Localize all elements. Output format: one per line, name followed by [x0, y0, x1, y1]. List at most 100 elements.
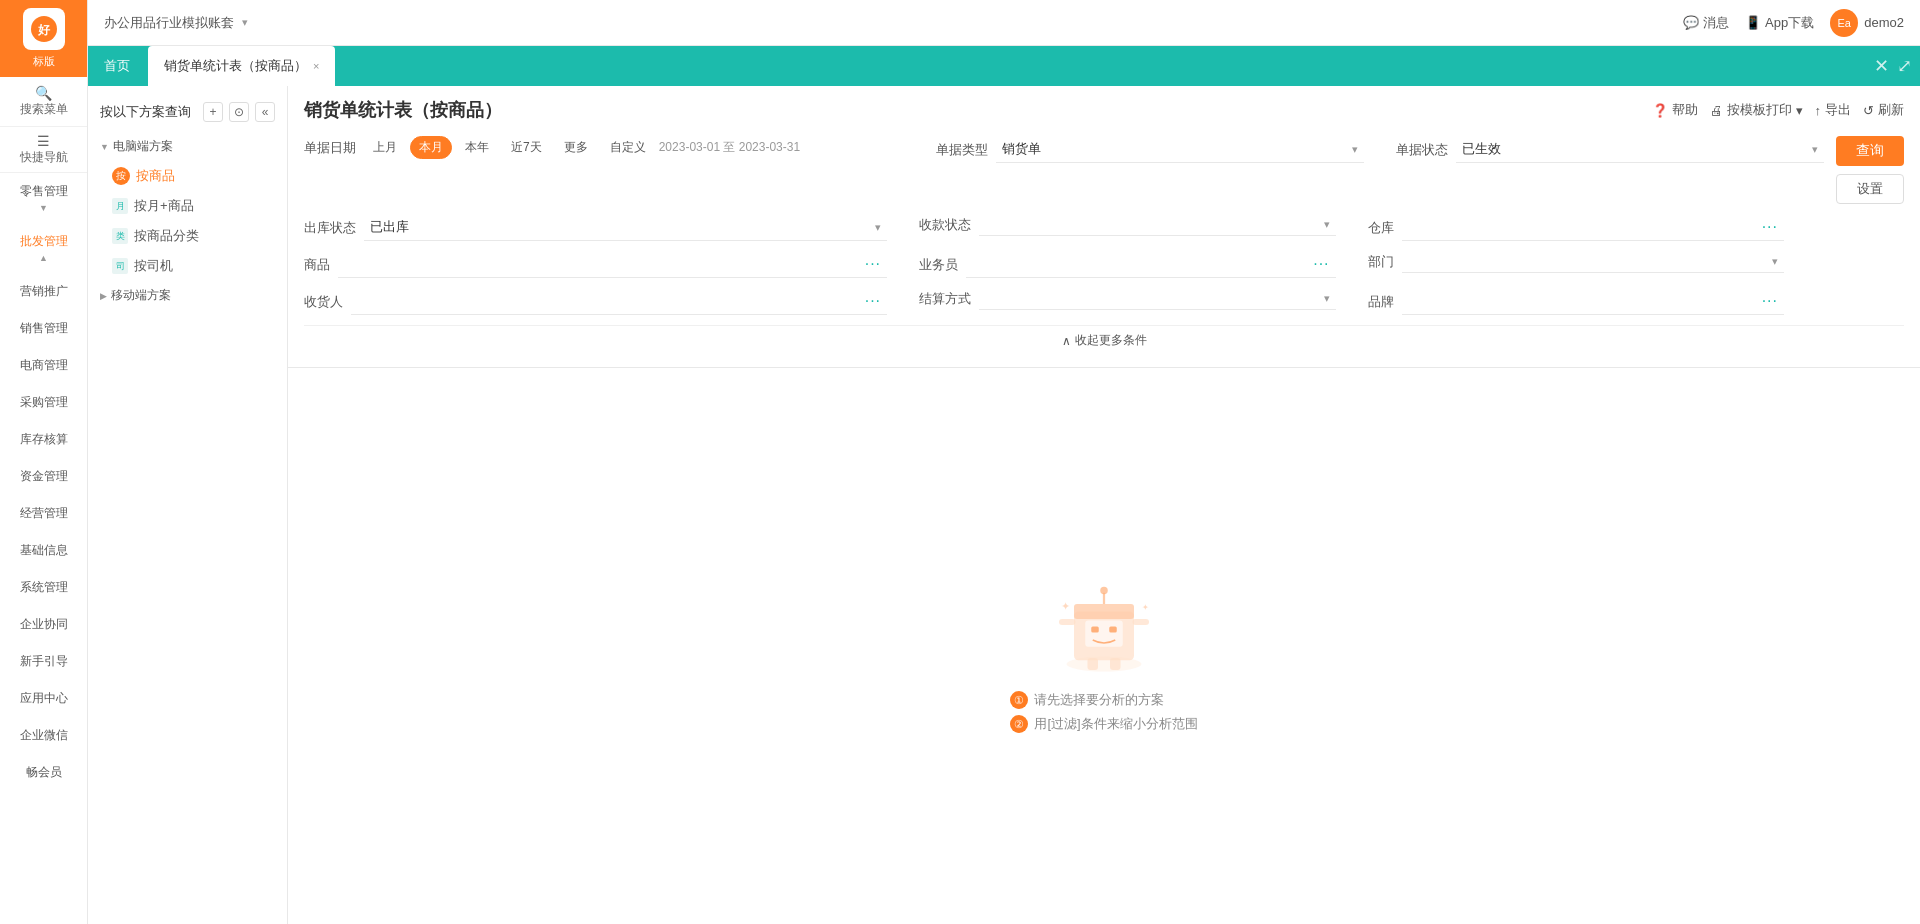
scheme-item-by-month-goods[interactable]: 月 按月+商品 — [88, 191, 287, 221]
sidebar-item-sales[interactable]: 销售管理 — [0, 310, 87, 347]
app-download-btn[interactable]: 📱 App下载 — [1745, 14, 1814, 32]
pc-section-title[interactable]: ▼ 电脑端方案 — [88, 132, 287, 161]
doc-type-filter-item: 单据类型 销货单 ▾ — [936, 136, 1364, 163]
settlement-label: 结算方式 — [919, 290, 971, 308]
search-menu[interactable]: 🔍 搜索菜单 — [0, 77, 87, 127]
pc-scheme-section: ▼ 电脑端方案 按 按商品 月 按月+商品 类 按商品分类 司 按司机 — [88, 132, 287, 281]
refresh-label: 刷新 — [1878, 101, 1904, 119]
sidebar-item-label: 应用中心 — [20, 690, 68, 707]
sidebar-item-member[interactable]: 畅会员 — [0, 754, 87, 791]
filter-row-1: 单据日期 上月 本月 本年 近7天 更多 自定义 2023-03-01 至 20… — [304, 136, 1904, 204]
quick-nav[interactable]: ☰ 快捷导航 — [0, 127, 87, 173]
warehouse-dots[interactable]: ··· — [1762, 218, 1778, 236]
sidebar-item-label: 库存核算 — [20, 431, 68, 448]
stock-status-select[interactable]: 已出库 ▾ — [364, 214, 887, 241]
date-btn-7days[interactable]: 近7天 — [502, 136, 551, 159]
doc-type-chevron: ▾ — [1352, 143, 1358, 156]
app-subtitle: 标版 — [33, 54, 55, 69]
add-scheme-btn[interactable]: + — [203, 102, 223, 122]
date-btn-this-year[interactable]: 本年 — [456, 136, 498, 159]
department-filter-item: 部门 ▾ — [1368, 251, 1784, 273]
scheme-item-label: 按司机 — [134, 257, 173, 275]
refresh-btn[interactable]: ↺ 刷新 — [1863, 101, 1904, 119]
top-header: 办公用品行业模拟账套 ▾ 💬 消息 📱 App下载 Ea demo2 — [88, 0, 1920, 46]
sidebar-item-purchase[interactable]: 采购管理 — [0, 384, 87, 421]
date-btn-custom[interactable]: 自定义 — [601, 136, 655, 159]
sidebar-item-operation[interactable]: 经营管理 — [0, 495, 87, 532]
sidebar-item-cooperation[interactable]: 企业协同 — [0, 606, 87, 643]
sidebar-item-appstore[interactable]: 应用中心 — [0, 680, 87, 717]
payment-status-label: 收款状态 — [919, 216, 971, 234]
wholesale-arrow: ▲ — [39, 253, 48, 263]
receiver-input[interactable]: ··· — [351, 288, 887, 315]
help-label: 帮助 — [1672, 101, 1698, 119]
brand-dots[interactable]: ··· — [1762, 292, 1778, 310]
tab-active-label: 销货单统计表（按商品） — [164, 57, 307, 75]
tab-close-icon[interactable]: × — [313, 60, 319, 72]
department-select[interactable]: ▾ — [1402, 251, 1784, 273]
right-panel: 销货单统计表（按商品） ❓ 帮助 🖨 按模板打印 ▾ ↑ — [288, 86, 1920, 924]
sidebar-item-inventory[interactable]: 库存核算 — [0, 421, 87, 458]
print-dropdown-icon[interactable]: ▾ — [1796, 103, 1803, 118]
scheme-item-label: 按月+商品 — [134, 197, 194, 215]
filter-area: 销货单统计表（按商品） ❓ 帮助 🖨 按模板打印 ▾ ↑ — [288, 86, 1920, 368]
date-filter-item: 单据日期 上月 本月 本年 近7天 更多 自定义 2023-03-01 至 20… — [304, 136, 904, 159]
date-btn-more[interactable]: 更多 — [555, 136, 597, 159]
salesperson-dots[interactable]: ··· — [1313, 255, 1329, 273]
industry-dropdown-icon[interactable]: ▾ — [242, 16, 248, 29]
receiver-dots[interactable]: ··· — [865, 292, 881, 310]
export-icon: ↑ — [1815, 103, 1822, 118]
sidebar-item-retail[interactable]: 零售管理 ▼ — [0, 173, 87, 223]
date-range: 2023-03-01 至 2023-03-31 — [659, 139, 800, 156]
stock-status-value: 已出库 — [370, 218, 409, 236]
doc-type-select[interactable]: 销货单 ▾ — [996, 136, 1364, 163]
warehouse-label: 仓库 — [1368, 219, 1394, 237]
app-download-label: App下载 — [1765, 14, 1814, 32]
export-btn[interactable]: ↑ 导出 — [1815, 101, 1852, 119]
brand-input[interactable]: ··· — [1402, 288, 1784, 315]
tab-home[interactable]: 首页 — [88, 46, 146, 86]
salesperson-input[interactable]: ··· — [966, 251, 1335, 278]
tab-expand-icon[interactable]: ⤢ — [1897, 55, 1912, 77]
scheme-item-icon-small: 月 — [112, 198, 128, 214]
filter-row-2: 出库状态 已出库 ▾ 收款状态 ▾ — [304, 214, 1904, 241]
date-btn-this-month[interactable]: 本月 — [410, 136, 452, 159]
mobile-section-title[interactable]: ▶ 移动端方案 — [88, 281, 287, 310]
receiver-label: 收货人 — [304, 293, 343, 311]
collapse-panel-btn[interactable]: « — [255, 102, 275, 122]
sidebar: 好 标版 🔍 搜索菜单 ☰ 快捷导航 零售管理 ▼ 批发管理 ▲ 营销推广 销售… — [0, 0, 88, 924]
warehouse-input[interactable]: ··· — [1402, 214, 1784, 241]
tab-active[interactable]: 销货单统计表（按商品） × — [148, 46, 335, 86]
template-print-btn[interactable]: 🖨 按模板打印 ▾ — [1710, 101, 1803, 119]
tab-close-window-icon[interactable]: ✕ — [1874, 55, 1889, 77]
sidebar-item-wechat[interactable]: 企业微信 — [0, 717, 87, 754]
settings-button[interactable]: 设置 — [1836, 174, 1904, 204]
user-profile[interactable]: Ea demo2 — [1830, 9, 1904, 37]
sidebar-item-basic[interactable]: 基础信息 — [0, 532, 87, 569]
tab-bar-actions: ✕ ⤢ — [1874, 55, 1920, 77]
payment-status-select[interactable]: ▾ — [979, 214, 1335, 236]
settlement-select[interactable]: ▾ — [979, 288, 1335, 310]
goods-dots[interactable]: ··· — [865, 255, 881, 273]
scheme-item-by-driver[interactable]: 司 按司机 — [88, 251, 287, 281]
sidebar-item-guide[interactable]: 新手引导 — [0, 643, 87, 680]
edit-scheme-btn[interactable]: ⊙ — [229, 102, 249, 122]
empty-tips: ① 请先选择要分析的方案 ② 用[过滤]条件来缩小分析范围 — [1010, 691, 1197, 733]
help-btn[interactable]: ❓ 帮助 — [1652, 101, 1698, 119]
sidebar-item-system[interactable]: 系统管理 — [0, 569, 87, 606]
query-button[interactable]: 查询 — [1836, 136, 1904, 166]
sidebar-item-wholesale[interactable]: 批发管理 ▲ — [0, 223, 87, 273]
collapse-bar[interactable]: ∧ 收起更多条件 — [304, 325, 1904, 355]
scheme-item-by-category[interactable]: 类 按商品分类 — [88, 221, 287, 251]
sidebar-item-finance[interactable]: 资金管理 — [0, 458, 87, 495]
date-btn-last-month[interactable]: 上月 — [364, 136, 406, 159]
message-btn[interactable]: 💬 消息 — [1683, 14, 1729, 32]
goods-input[interactable]: ··· — [338, 251, 887, 278]
header-left: 办公用品行业模拟账套 ▾ — [104, 14, 248, 32]
sidebar-item-label: 采购管理 — [20, 394, 68, 411]
scheme-item-by-goods[interactable]: 按 按商品 — [88, 161, 287, 191]
sidebar-item-marketing[interactable]: 营销推广 — [0, 273, 87, 310]
doc-status-select[interactable]: 已生效 ▾ — [1456, 136, 1824, 163]
sidebar-item-ecommerce[interactable]: 电商管理 — [0, 347, 87, 384]
department-label: 部门 — [1368, 253, 1394, 271]
